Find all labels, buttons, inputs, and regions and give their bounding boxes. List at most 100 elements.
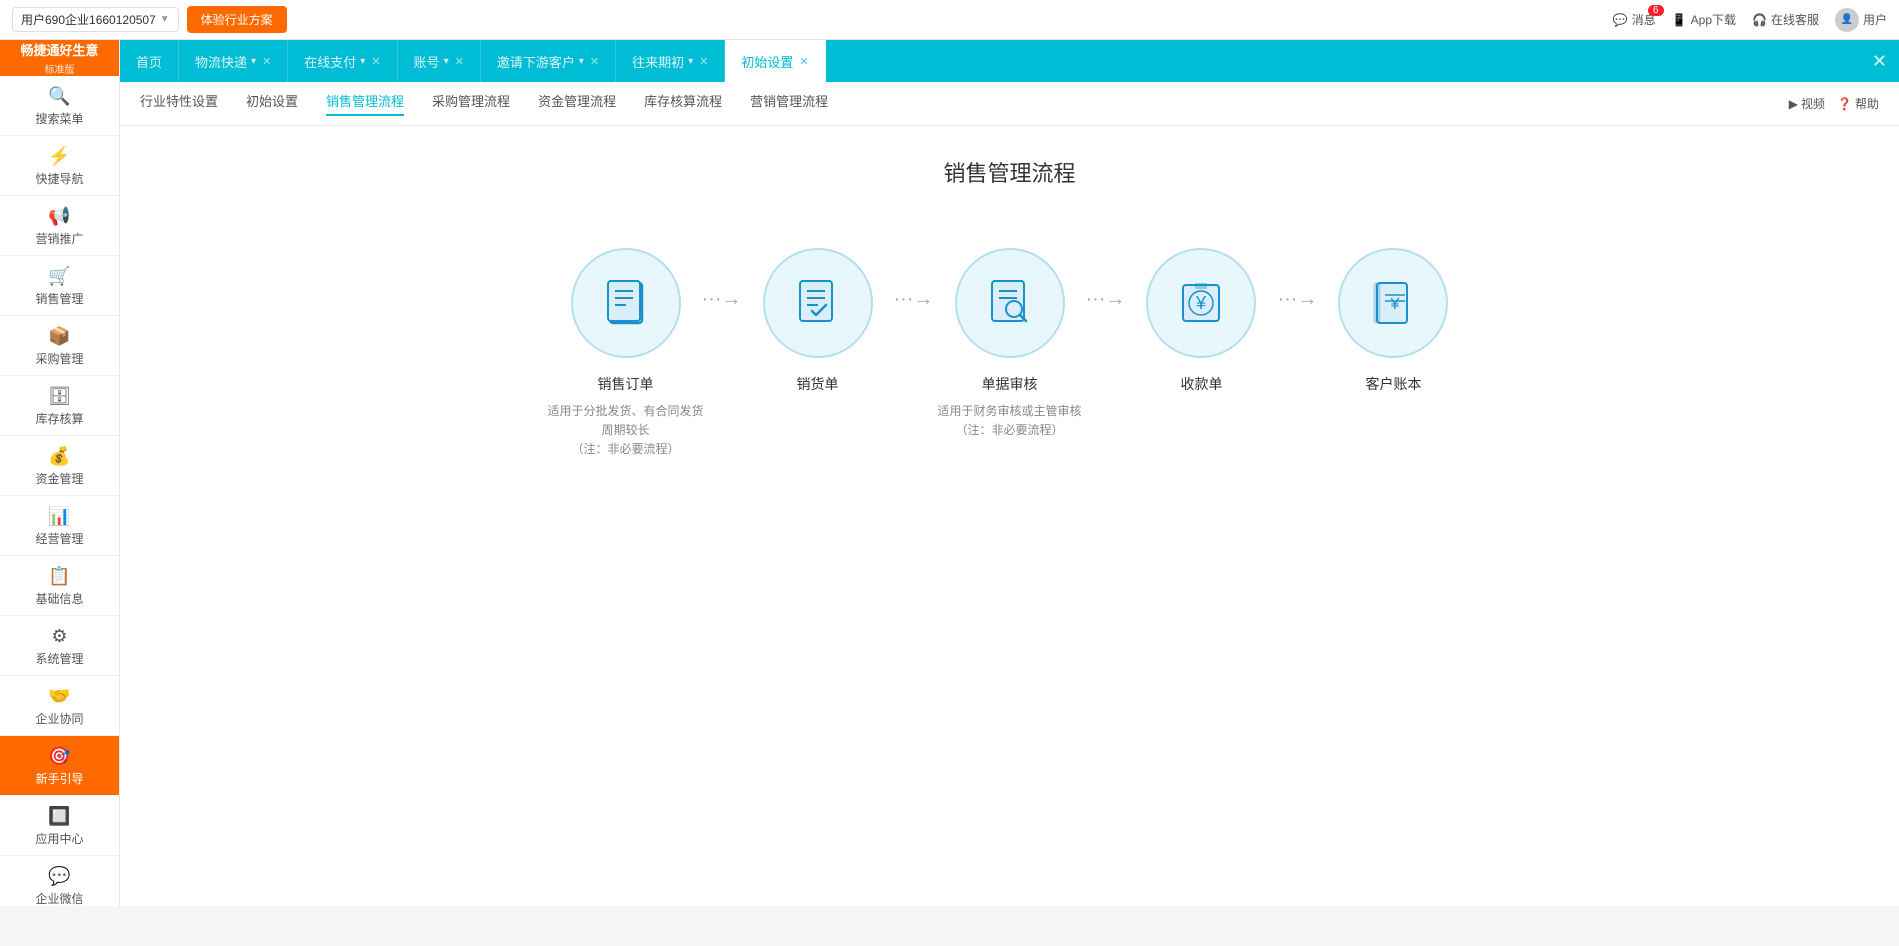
sidebar-item-inventory[interactable]: 🗄 库存核算 [0, 376, 119, 436]
tab-invite[interactable]: 邀请下游客户 ▾ ✕ [481, 40, 616, 82]
tab-close-icon[interactable]: ✕ [590, 55, 599, 68]
online-service-action[interactable]: 🎧 在线客服 [1752, 11, 1819, 28]
help-action[interactable]: ❓ 帮助 [1837, 95, 1879, 112]
sub-tab-purchase-flow[interactable]: 采购管理流程 [432, 91, 510, 116]
flow-arrow-1: ···→ [702, 248, 742, 311]
sidebar-item-search[interactable]: 🔍 搜索菜单 [0, 76, 119, 136]
tab-home[interactable]: 首页 [120, 40, 179, 82]
online-service-label: 在线客服 [1771, 11, 1819, 28]
sub-tab-marketing-flow-label: 营销管理流程 [750, 94, 828, 109]
sidebar-item-app-center[interactable]: 🔲 应用中心 [0, 796, 119, 856]
sidebar-sales-label: 销售管理 [35, 290, 83, 307]
wechat-icon: 💬 [48, 866, 70, 887]
tab-nav: 首页 物流快递 ▾ ✕ 在线支付 ▾ ✕ 账号 ▾ ✕ 邀请下游客户 ▾ ✕ [120, 40, 1899, 82]
sidebar-item-basic[interactable]: 📋 基础信息 [0, 556, 119, 616]
tab-initial-setup[interactable]: 初始设置 ✕ [725, 40, 825, 82]
sidebar-marketing-label: 营销推广 [35, 230, 83, 247]
flow-circle-audit [955, 248, 1065, 358]
tab-home-label: 首页 [136, 52, 162, 71]
sidebar-inventory-label: 库存核算 [35, 410, 83, 427]
sub-tab-finance-flow-label: 资金管理流程 [538, 94, 616, 109]
tab-close-icon[interactable]: ✕ [371, 55, 380, 68]
sidebar-item-enterprise[interactable]: 🤝 企业协同 [0, 676, 119, 736]
tab-logistics[interactable]: 物流快递 ▾ ✕ [179, 40, 288, 82]
sub-tab-sales-flow[interactable]: 销售管理流程 [326, 91, 404, 116]
sub-tab-purchase-flow-label: 采购管理流程 [432, 94, 510, 109]
tab-opening[interactable]: 往来期初 ▾ ✕ [616, 40, 725, 82]
user-selector[interactable]: 用户690企业1660120507 ▼ [12, 7, 179, 32]
flow-step-audit: 单据审核 适用于财务审核或主管审核（注：非必要流程） [930, 248, 1090, 440]
video-action[interactable]: ▶ 视频 [1789, 95, 1825, 112]
tab-invite-label: 邀请下游客户 [497, 52, 575, 71]
tab-close-icon[interactable]: ✕ [699, 55, 708, 68]
sidebar-item-sales[interactable]: 🛒 销售管理 [0, 256, 119, 316]
app-download-label: App下载 [1691, 11, 1736, 28]
message-action[interactable]: 💬 消息 6 [1613, 11, 1656, 28]
sidebar-item-purchase[interactable]: 📦 采购管理 [0, 316, 119, 376]
inventory-icon: 🗄 [48, 386, 71, 407]
account-book-icon: ¥ [1367, 277, 1419, 329]
sidebar-system-label: 系统管理 [35, 650, 83, 667]
close-all-tabs[interactable]: ✕ [1860, 40, 1899, 82]
sub-tab-marketing-flow[interactable]: 营销管理流程 [750, 91, 828, 116]
tab-opening-label: 往来期初 [632, 52, 684, 71]
tab-arrow-icon: ▾ [688, 56, 693, 67]
sub-tab-finance-flow[interactable]: 资金管理流程 [538, 91, 616, 116]
tab-arrow-icon: ▾ [360, 56, 365, 67]
flow-circle-receipt: ¥ [1146, 248, 1256, 358]
flow-desc-audit: 适用于财务审核或主管审核（注：非必要流程） [937, 402, 1081, 440]
sub-tab-initial[interactable]: 初始设置 [246, 91, 298, 116]
brand-name: 畅捷通好生意 [20, 40, 98, 59]
chevron-down-icon: ▼ [160, 14, 170, 25]
tab-account[interactable]: 账号 ▾ ✕ [398, 40, 481, 82]
user-profile-action[interactable]: 👤 用户 [1835, 8, 1887, 32]
user-name-label: 用户 [1863, 11, 1887, 28]
sidebar-item-operations[interactable]: 📊 经营管理 [0, 496, 119, 556]
tab-payment[interactable]: 在线支付 ▾ ✕ [288, 40, 397, 82]
sidebar-logo: 畅捷通好生意 标准版 [0, 40, 119, 76]
avatar: 👤 [1835, 8, 1859, 32]
flow-label-receipt: 收款单 [1180, 374, 1222, 394]
finance-icon: 💰 [48, 446, 70, 467]
content-area: 销售管理流程 [120, 126, 1899, 906]
tab-close-icon[interactable]: ✕ [262, 55, 271, 68]
tab-spacer [826, 40, 1860, 82]
marketing-icon: 📢 [48, 206, 70, 227]
flow-circle-sales-order [571, 248, 681, 358]
svg-text:¥: ¥ [1390, 296, 1400, 313]
sub-tab-industry[interactable]: 行业特性设置 [140, 91, 218, 116]
experience-btn[interactable]: 体验行业方案 [187, 6, 287, 33]
sub-tab-actions: ▶ 视频 ❓ 帮助 [1789, 95, 1879, 112]
sub-tab-initial-label: 初始设置 [246, 94, 298, 109]
tab-close-icon[interactable]: ✕ [455, 55, 464, 68]
sub-tabs: 行业特性设置 初始设置 销售管理流程 采购管理流程 资金管理流程 库存核算流程 … [120, 82, 1899, 126]
sidebar-item-wechat[interactable]: 💬 企业微信 [0, 856, 119, 906]
edition-label: 标准版 [45, 61, 75, 76]
tab-close-icon[interactable]: ✕ [799, 55, 808, 68]
sub-tab-inventory-flow[interactable]: 库存核算流程 [644, 91, 722, 116]
video-icon: ▶ [1789, 97, 1798, 111]
tab-initial-setup-label: 初始设置 [741, 52, 793, 71]
sidebar-item-newbie[interactable]: 🎯 新手引导 [0, 736, 119, 796]
sidebar-item-system[interactable]: ⚙ 系统管理 [0, 616, 119, 676]
sidebar-finance-label: 资金管理 [35, 470, 83, 487]
flow-desc-sales-order: 适用于分批发货、有合同发货周期较长（注：非必要流程） [546, 402, 706, 460]
sidebar-item-quick-nav[interactable]: ⚡ 快捷导航 [0, 136, 119, 196]
headset-icon: 🎧 [1752, 13, 1767, 27]
purchase-icon: 📦 [48, 326, 70, 347]
sidebar-newbie-label: 新手引导 [35, 770, 83, 787]
search-icon: 🔍 [48, 86, 70, 107]
sidebar-item-finance[interactable]: 💰 资金管理 [0, 436, 119, 496]
flow-arrow-3: ···→ [1086, 248, 1126, 311]
sales-icon: 🛒 [48, 266, 70, 287]
flow-step-sales-order: 销售订单 适用于分批发货、有合同发货周期较长（注：非必要流程） [546, 248, 706, 460]
tab-arrow-icon: ▾ [579, 56, 584, 67]
flow-step-shipment: 销货单 [738, 248, 898, 402]
flow-arrow-2: ···→ [894, 248, 934, 311]
layout: 畅捷通好生意 标准版 🔍 搜索菜单 ⚡ 快捷导航 📢 营销推广 🛒 销售管理 📦… [0, 40, 1899, 906]
sidebar-item-marketing[interactable]: 📢 营销推广 [0, 196, 119, 256]
flow-circle-shipment [763, 248, 873, 358]
flow-step-account-book: ¥ 客户账本 [1313, 248, 1473, 402]
sidebar: 畅捷通好生意 标准版 🔍 搜索菜单 ⚡ 快捷导航 📢 营销推广 🛒 销售管理 📦… [0, 40, 120, 906]
app-download-action[interactable]: 📱 App下载 [1672, 11, 1736, 28]
